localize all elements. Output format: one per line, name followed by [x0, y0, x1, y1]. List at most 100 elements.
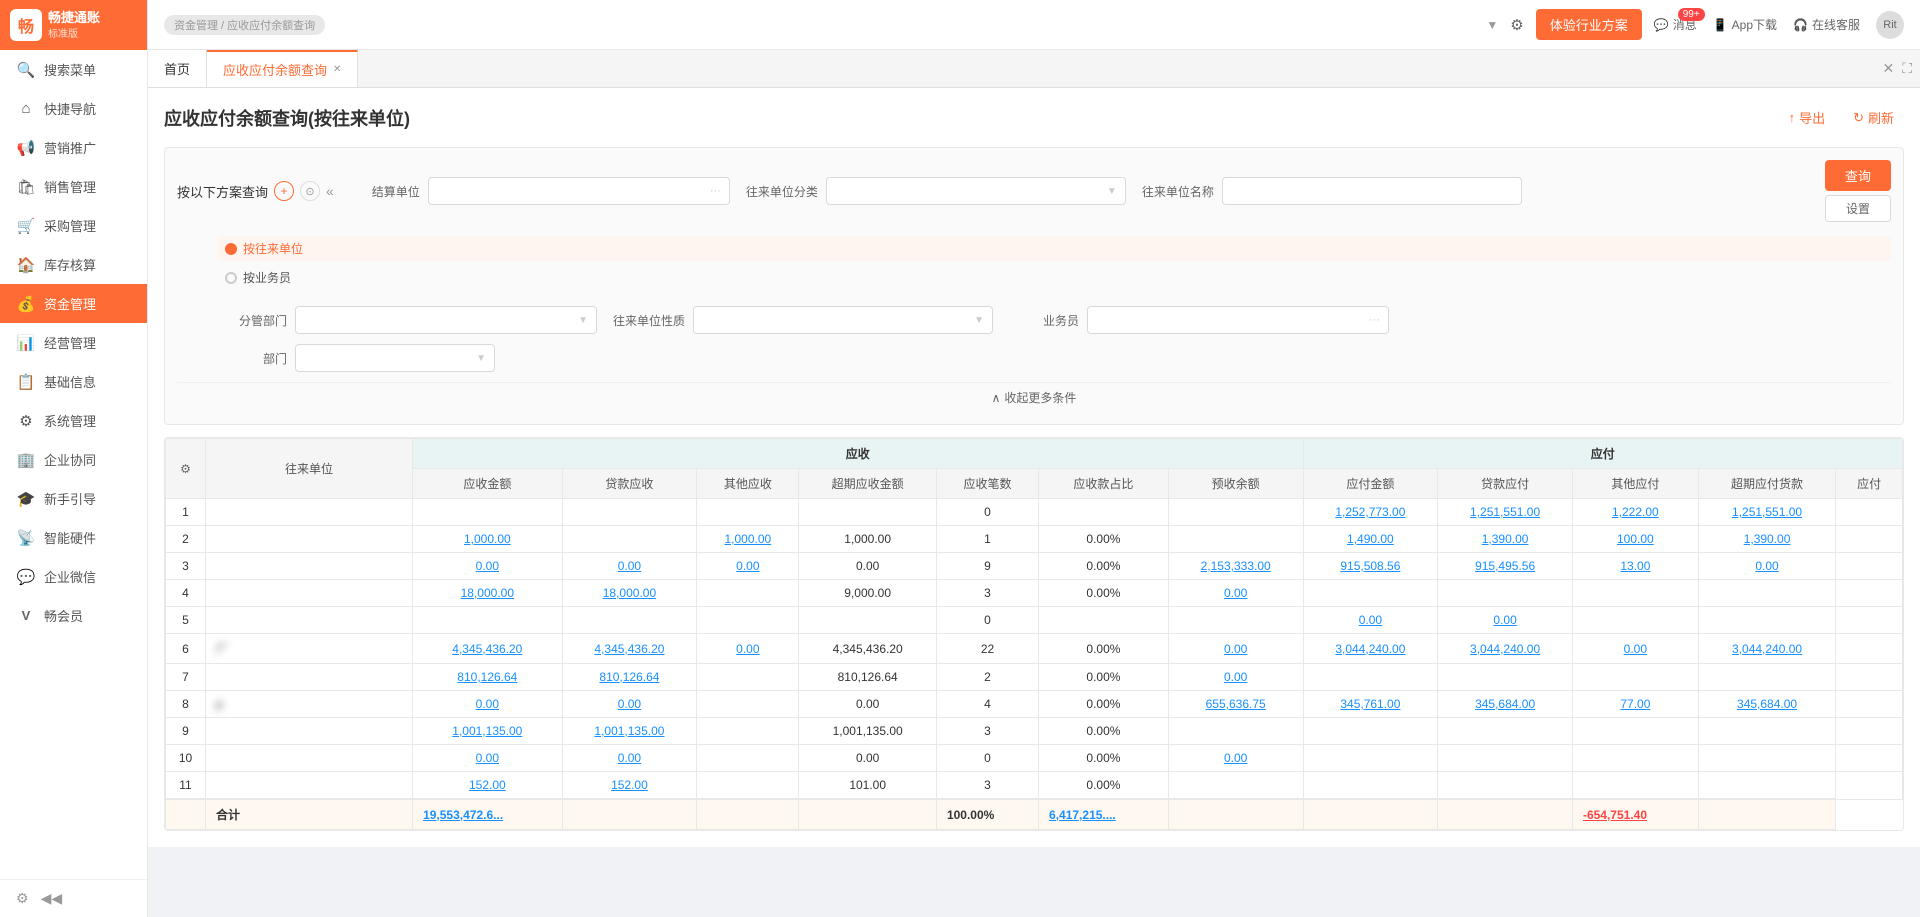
- other-payable[interactable]: 0.00: [1572, 634, 1698, 664]
- prepay-balance[interactable]: 0.00: [1168, 664, 1303, 691]
- sidebar-item-purchase[interactable]: 🛒 采购管理: [0, 206, 147, 245]
- footer-prepay-total[interactable]: 6,417,215....: [1039, 799, 1169, 830]
- filter-add-button[interactable]: +: [274, 181, 294, 201]
- online-service-button[interactable]: 🎧 在线客服: [1793, 16, 1860, 33]
- receivable-amount[interactable]: 4,345,436.20: [413, 634, 563, 664]
- receivable-amount[interactable]: 0.00: [413, 691, 563, 718]
- tab-home[interactable]: 首页: [148, 50, 207, 87]
- sidebar-item-sales[interactable]: 🛍 销售管理: [0, 167, 147, 206]
- loan-receivable[interactable]: 4,345,436.20: [562, 634, 697, 664]
- payable-amount[interactable]: 1,490.00: [1303, 526, 1438, 553]
- other-payable[interactable]: 100.00: [1572, 526, 1698, 553]
- sidebar-item-search[interactable]: 🔍 搜索菜单: [0, 50, 147, 89]
- filter-collapse-button[interactable]: «: [326, 183, 334, 199]
- refresh-button[interactable]: ↻ 刷新: [1843, 104, 1904, 131]
- collapse-up-icon: ∧: [992, 391, 1001, 405]
- prepay-balance[interactable]: 0.00: [1168, 745, 1303, 772]
- receivable-amount[interactable]: 1,001,135.00: [413, 718, 563, 745]
- sidebar-item-basic[interactable]: 📋 基础信息: [0, 362, 147, 401]
- export-button[interactable]: ↑ 导出: [1779, 104, 1836, 131]
- payable-amount[interactable]: 915,508.56: [1303, 553, 1438, 580]
- other-receivable[interactable]: 0.00: [697, 553, 799, 580]
- sidebar-item-weixin[interactable]: 💬 企业微信: [0, 557, 147, 596]
- loan-receivable[interactable]: 0.00: [562, 691, 697, 718]
- sidebar-item-newbie[interactable]: 🎓 新手引导: [0, 479, 147, 518]
- sidebar-item-enterprise[interactable]: 🏢 企业协同: [0, 440, 147, 479]
- tab-expand-button[interactable]: ⛶: [1902, 60, 1912, 77]
- sidebar-item-operations[interactable]: 📊 经营管理: [0, 323, 147, 362]
- message-button[interactable]: 💬 消息 99+: [1654, 16, 1697, 33]
- prepay-balance[interactable]: 655,636.75: [1168, 691, 1303, 718]
- tab-close-icon[interactable]: ✕: [333, 64, 341, 75]
- payable-amount[interactable]: 3,044,240.00: [1303, 634, 1438, 664]
- sidebar-item-system[interactable]: ⚙ 系统管理: [0, 401, 147, 440]
- sidebar-item-funds[interactable]: 💰 资金管理: [0, 284, 147, 323]
- topbar-dropdown-arrow[interactable]: ▼: [1486, 18, 1498, 32]
- dept-manager-select[interactable]: ▼: [295, 306, 597, 334]
- loan-receivable[interactable]: 152.00: [562, 772, 697, 800]
- receivable-amount[interactable]: 0.00: [413, 553, 563, 580]
- overdue-payable[interactable]: 1,390.00: [1698, 526, 1836, 553]
- overdue-payable[interactable]: 0.00: [1698, 553, 1836, 580]
- app-download-button[interactable]: 📱 App下载: [1713, 16, 1777, 33]
- view-mode-salesman[interactable]: 按业务员: [217, 265, 1891, 290]
- sidebar-item-hardware[interactable]: 📡 智能硬件: [0, 518, 147, 557]
- other-payable[interactable]: 1,222.00: [1572, 499, 1698, 526]
- dept-select[interactable]: ▼: [295, 344, 495, 372]
- view-mode-partner[interactable]: 按往来单位: [217, 236, 1891, 261]
- receivable-amount[interactable]: 0.00: [413, 745, 563, 772]
- footer-collapse-icon[interactable]: ◀◀: [41, 890, 63, 907]
- sidebar-item-marketing[interactable]: 📢 营销推广: [0, 128, 147, 167]
- receivable-amount[interactable]: 1,000.00: [413, 526, 563, 553]
- other-receivable[interactable]: 1,000.00: [697, 526, 799, 553]
- overdue-payable[interactable]: 1,251,551.00: [1698, 499, 1836, 526]
- user-avatar[interactable]: Rit: [1876, 11, 1904, 39]
- payable-amount[interactable]: 1,252,773.00: [1303, 499, 1438, 526]
- topbar-gear-icon[interactable]: ⚙: [1510, 16, 1523, 34]
- footer-settings-icon[interactable]: ⚙: [16, 890, 29, 907]
- loan-receivable[interactable]: 18,000.00: [562, 580, 697, 607]
- partner-nature-select[interactable]: ▼: [693, 306, 993, 334]
- receivable-amount[interactable]: 18,000.00: [413, 580, 563, 607]
- tab-balance[interactable]: 应收应付余额查询 ✕: [207, 50, 358, 87]
- loan-payable[interactable]: 915,495.56: [1438, 553, 1573, 580]
- loan-receivable[interactable]: 0.00: [562, 553, 697, 580]
- receivable-amount[interactable]: 152.00: [413, 772, 563, 800]
- solution-button[interactable]: 体验行业方案: [1536, 9, 1642, 40]
- other-payable[interactable]: 13.00: [1572, 553, 1698, 580]
- sidebar-item-member[interactable]: V 畅会员: [0, 596, 147, 635]
- loan-payable[interactable]: 345,684.00: [1438, 691, 1573, 718]
- footer-receivable-total[interactable]: 19,553,472.6...: [413, 799, 563, 830]
- query-button[interactable]: 查询: [1825, 160, 1891, 191]
- table-settings-icon[interactable]: ⚙: [180, 462, 191, 476]
- filter-settings-button[interactable]: ⊙: [300, 181, 320, 201]
- setting-button[interactable]: 设置: [1825, 195, 1891, 222]
- loan-payable[interactable]: 3,044,240.00: [1438, 634, 1573, 664]
- loan-payable[interactable]: 0.00: [1438, 607, 1573, 634]
- partner-name-input[interactable]: [1222, 177, 1522, 205]
- loan-receivable[interactable]: 1,001,135.00: [562, 718, 697, 745]
- loan-receivable[interactable]: 0.00: [562, 745, 697, 772]
- sidebar-item-inventory[interactable]: 🏠 库存核算: [0, 245, 147, 284]
- salesman-input[interactable]: [1096, 307, 1369, 333]
- receivable-amount[interactable]: 810,126.64: [413, 664, 563, 691]
- partner-category-select[interactable]: ▼: [826, 177, 1126, 205]
- logo-text-group: 畅捷通账 标准版: [48, 10, 100, 41]
- prepay-balance[interactable]: 0.00: [1168, 634, 1303, 664]
- other-payable[interactable]: 77.00: [1572, 691, 1698, 718]
- overdue-payable[interactable]: 345,684.00: [1698, 691, 1836, 718]
- other-receivable[interactable]: 0.00: [697, 634, 799, 664]
- loan-receivable[interactable]: 810,126.64: [562, 664, 697, 691]
- payable-amount[interactable]: 345,761.00: [1303, 691, 1438, 718]
- prepay-balance[interactable]: 2,153,333.00: [1168, 553, 1303, 580]
- settlement-unit-input[interactable]: [437, 178, 710, 204]
- prepay-balance[interactable]: 0.00: [1168, 580, 1303, 607]
- collapse-bar[interactable]: ∧ 收起更多条件: [177, 382, 1891, 412]
- loan-payable[interactable]: 1,390.00: [1438, 526, 1573, 553]
- tab-close-button[interactable]: ✕: [1882, 60, 1894, 77]
- footer-payable-total[interactable]: -654,751.40: [1572, 799, 1698, 830]
- overdue-payable[interactable]: 3,044,240.00: [1698, 634, 1836, 664]
- loan-payable[interactable]: 1,251,551.00: [1438, 499, 1573, 526]
- sidebar-item-quicknav[interactable]: ⌂ 快捷导航: [0, 89, 147, 128]
- payable-amount[interactable]: 0.00: [1303, 607, 1438, 634]
